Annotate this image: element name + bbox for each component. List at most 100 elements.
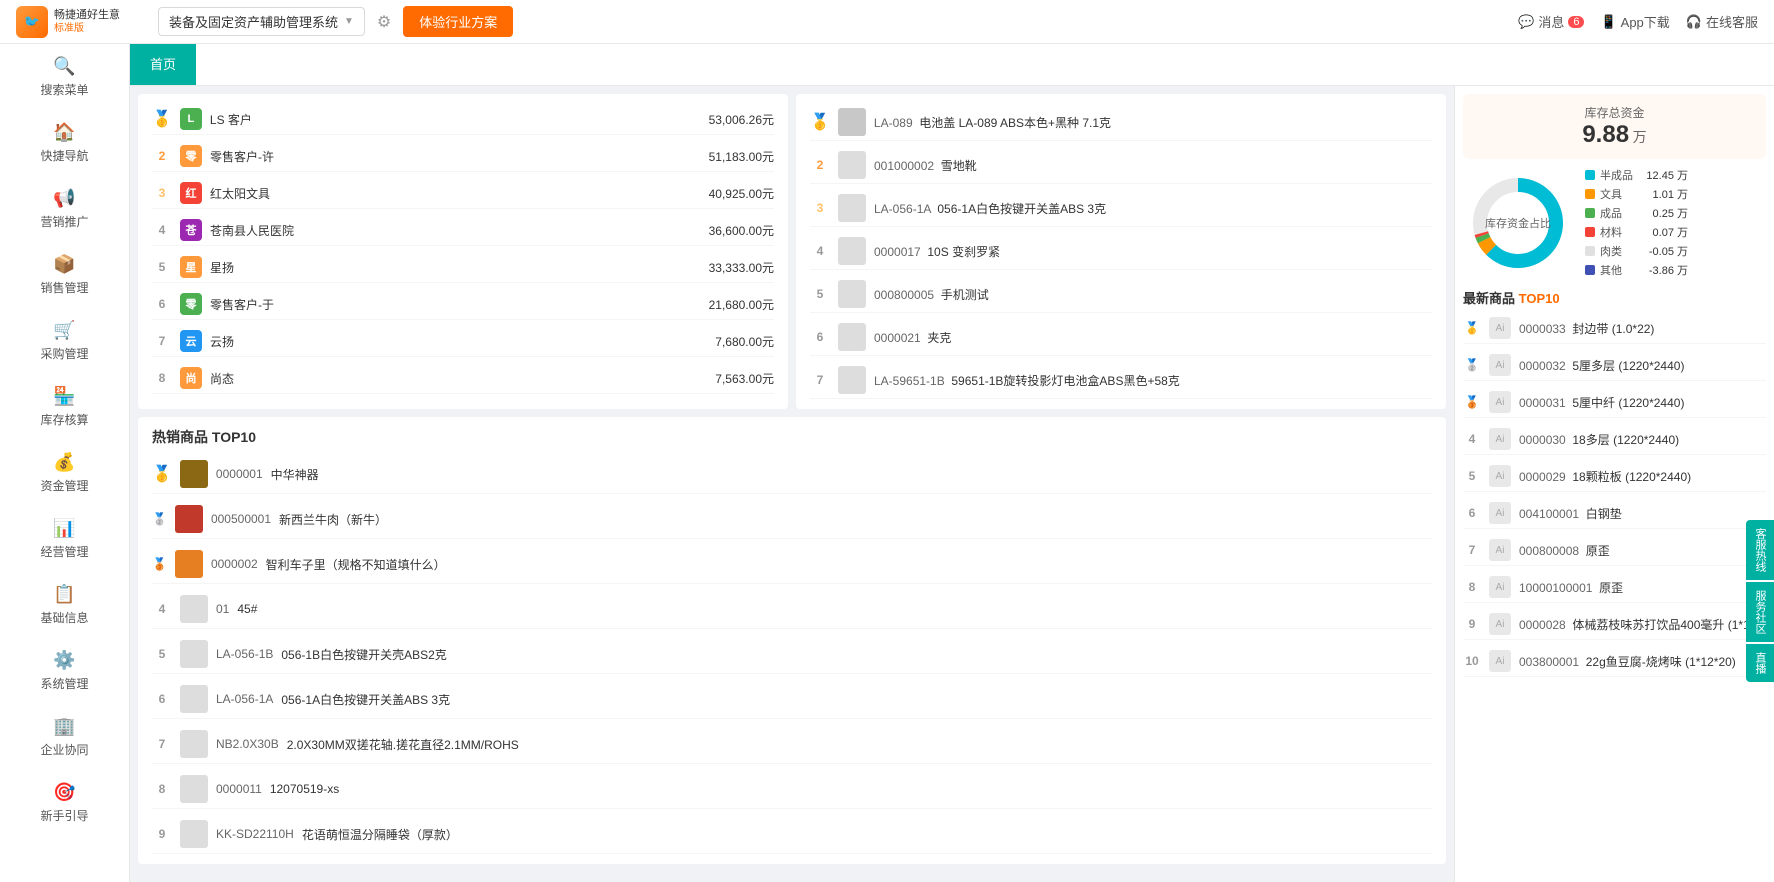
new-product-info-2: 0000032 5厘多层 (1220*2440) [1519, 357, 1766, 374]
system-selector[interactable]: 装备及固定资产辅助管理系统 ▼ [158, 7, 365, 36]
sidebar-label-guide: 新手引导 [40, 807, 88, 824]
product-rank-item: 🥇 LA-089 电池盖 LA-089 ABS本色+黑种 7.1克 [810, 104, 1432, 141]
rank-8: 8 [152, 782, 172, 796]
sidebar-item-system[interactable]: ⚙️ 系统管理 [0, 638, 129, 704]
rank-item: 6 零 零售客户-于 21,680.00元 [152, 289, 774, 320]
product-thumb-1 [838, 108, 866, 136]
product-img-3 [175, 550, 203, 578]
sidebar-item-purchase[interactable]: 🛒 采购管理 [0, 308, 129, 374]
trial-button[interactable]: 体验行业方案 [403, 6, 513, 37]
rank-num-7: 7 [152, 334, 172, 348]
online-service-item[interactable]: 🎧 在线客服 [1686, 12, 1758, 31]
sidebar-label-sales: 销售管理 [40, 279, 88, 296]
megaphone-icon: 📢 [53, 188, 75, 209]
product-thumb-5 [838, 280, 866, 308]
guide-icon: 🎯 [53, 782, 75, 803]
float-btn-service[interactable]: 客服热线 [1746, 520, 1774, 580]
customer-name-4: 苍南县人民医院 [210, 222, 701, 239]
legend-dot-finished [1585, 208, 1595, 218]
product-name-9: 花语萌恒温分隔睡袋（厚款） [302, 826, 458, 843]
sidebar-item-inventory[interactable]: 🏪 库存核算 [0, 374, 129, 440]
sidebar-item-corp[interactable]: 🏢 企业协同 [0, 704, 129, 770]
customer-amount-5: 33,333.00元 [709, 259, 774, 276]
message-item[interactable]: 💬 消息 6 [1518, 12, 1584, 31]
rank-num: 5 [810, 287, 830, 301]
legend-dot-stationery [1585, 189, 1595, 199]
cart-icon: 🛒 [53, 320, 75, 341]
rank-num: 6 [810, 330, 830, 344]
sidebar-item-operations[interactable]: 📊 经营管理 [0, 506, 129, 572]
product-code-9: KK-SD22110H [216, 827, 294, 841]
rank-4: 4 [152, 602, 172, 616]
new-product-info-7: 000800008 原歪 [1519, 542, 1766, 559]
ranking-section: 🥇 L LS 客户 53,006.26元 2 零 零售客户-许 51,183.0… [138, 94, 1446, 409]
new-product-item: 5 Ai 0000029 18颗粒板 (1220*2440) [1463, 461, 1766, 492]
app-label: App下载 [1621, 12, 1670, 31]
product-img-1 [180, 460, 208, 488]
legend-value-stationery: 1.01 万 [1638, 186, 1688, 202]
sidebar-label-corp: 企业协同 [40, 741, 88, 758]
legend-item-meat: 肉类 -0.05 万 [1585, 243, 1688, 259]
legend-item-stationery: 文具 1.01 万 [1585, 186, 1688, 202]
legend-value-finished: 0.25 万 [1638, 205, 1688, 221]
new-product-item: 10 Ai 003800001 22g鱼豆腐-烧烤味 (1*12*20) [1463, 646, 1766, 677]
hot-product-item: 5 LA-056-1B 056-1B白色按键开关壳ABS2克 [152, 635, 1432, 674]
product-img-8 [180, 775, 208, 803]
customer-badge-7: 云 [180, 330, 202, 352]
legend-label-stationery: 文具 [1600, 186, 1633, 202]
float-btn-community[interactable]: 服务社区 [1746, 582, 1774, 642]
customer-ranking-card: 🥇 L LS 客户 53,006.26元 2 零 零售客户-许 51,183.0… [138, 94, 788, 409]
product-rank-item: 2 001000002 雪地靴 [810, 147, 1432, 184]
customer-amount-6: 21,680.00元 [709, 296, 774, 313]
gold-medal-icon: 🥇 [810, 112, 830, 132]
customer-name-7: 云扬 [210, 333, 707, 350]
customer-amount-4: 36,600.00元 [709, 222, 774, 239]
rank-item: 4 苍 苍南县人民医院 36,600.00元 [152, 215, 774, 246]
new-product-thumb-2: Ai [1489, 354, 1511, 376]
search-icon: 🔍 [53, 56, 75, 77]
product-name-4: 45# [237, 602, 257, 616]
product-name-6: 056-1A白色按键开关盖ABS 3克 [281, 691, 450, 708]
building-icon: 🏢 [53, 716, 75, 737]
product-rank-item: 4 0000017 10S 变刹罗紧 [810, 233, 1432, 270]
hot-product-item: 🥉 0000002 智利车子里（规格不知道填什么） [152, 545, 1432, 584]
sidebar-item-sales[interactable]: 📦 销售管理 [0, 242, 129, 308]
product-img-9 [180, 820, 208, 848]
float-btn-live[interactable]: 直播 [1746, 644, 1774, 682]
new-product-thumb-8: Ai [1489, 576, 1511, 598]
rank-num-5: 5 [152, 260, 172, 274]
app-download-item[interactable]: 📱 App下载 [1600, 12, 1669, 31]
new-product-thumb-7: Ai [1489, 539, 1511, 561]
sidebar-item-quick-nav[interactable]: 🏠 快捷导航 [0, 110, 129, 176]
new-products-title: 最新商品 TOP10 [1463, 288, 1766, 307]
new-products-section: 最新商品 TOP10 🥇 Ai 0000033 封边带 (1.0*22) 🥈 A… [1463, 288, 1766, 677]
sidebar-item-finance[interactable]: 💰 资金管理 [0, 440, 129, 506]
sidebar: 🔍 搜索菜单 🏠 快捷导航 📢 营销推广 📦 销售管理 🛒 采购管理 🏪 库存核… [0, 44, 130, 882]
tab-bar: 首页 [130, 44, 1774, 86]
customer-name-5: 星扬 [210, 259, 701, 276]
rank-num: 3 [810, 201, 830, 215]
new-rank-7: 7 [1463, 543, 1481, 557]
product-name-8: 12070519-xs [270, 782, 339, 796]
sidebar-item-search[interactable]: 🔍 搜索菜单 [0, 44, 129, 110]
customer-name-2: 零售客户-许 [210, 148, 701, 165]
settings-icon[interactable]: ⚙ [377, 12, 391, 32]
sidebar-label-search: 搜索菜单 [40, 81, 88, 98]
tab-home-label: 首页 [150, 57, 176, 72]
new-product-thumb-4: Ai [1489, 428, 1511, 450]
tab-home[interactable]: 首页 [130, 44, 196, 85]
product-thumb-6 [838, 323, 866, 351]
hot-products-title: 热销商品 TOP10 [152, 427, 1432, 447]
inventory-value: 9.88 [1582, 121, 1629, 148]
legend-dot-other [1585, 265, 1595, 275]
sidebar-item-guide[interactable]: 🎯 新手引导 [0, 770, 129, 836]
sidebar-item-marketing[interactable]: 📢 营销推广 [0, 176, 129, 242]
box-icon: 📦 [53, 254, 75, 275]
legend-label-meat: 肉类 [1600, 243, 1633, 259]
new-rank-2: 🥈 [1463, 358, 1481, 372]
sidebar-item-basic[interactable]: 📋 基础信息 [0, 572, 129, 638]
inventory-donut-chart: 库存资金占比 [1463, 168, 1573, 278]
top-right-actions: 💬 消息 6 📱 App下载 🎧 在线客服 [1518, 12, 1758, 31]
product-code-2: 000500001 [211, 512, 271, 526]
chevron-down-icon: ▼ [344, 16, 354, 27]
